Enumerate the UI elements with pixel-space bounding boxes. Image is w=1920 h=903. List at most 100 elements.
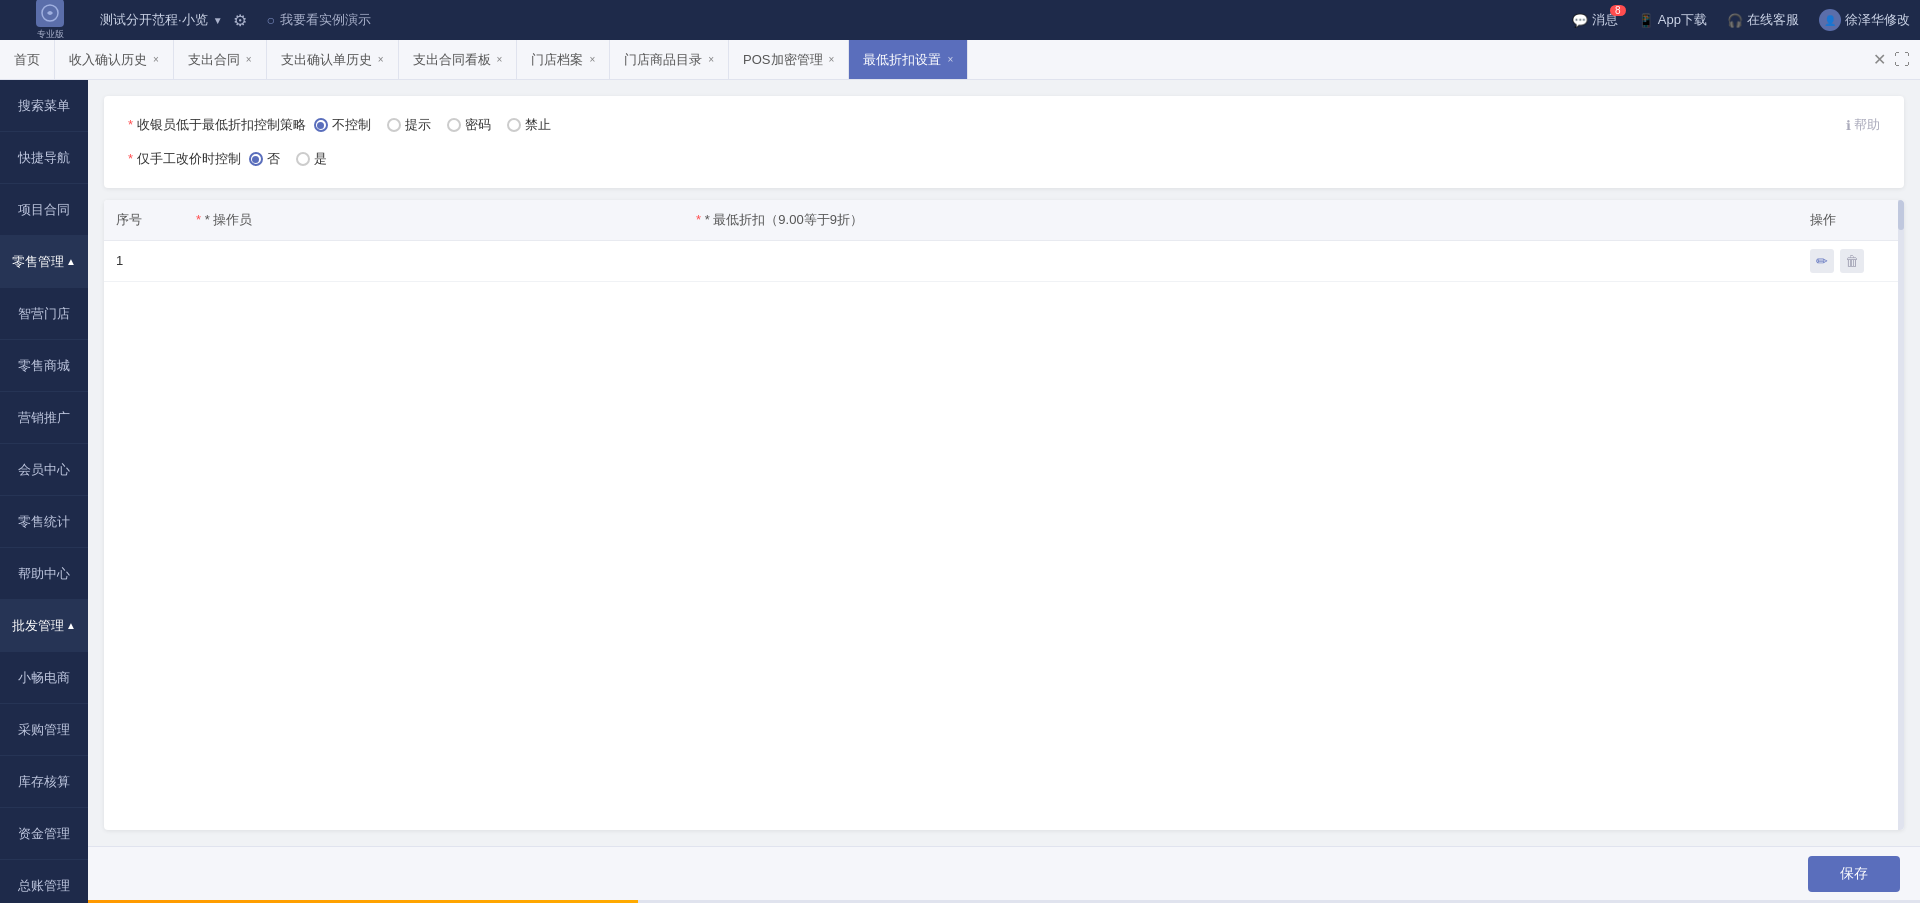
form-card: * 收银员低于最低折扣控制策略 不控制提示密码禁止 * 仅手工改价时控制 否是 xyxy=(104,96,1904,188)
avatar: 👤 xyxy=(1819,9,1841,31)
sidebar-label-11: 小畅电商 xyxy=(18,669,70,687)
sidebar-label-4: 智营门店 xyxy=(18,305,70,323)
sidebar-item-12[interactable]: 采购管理 xyxy=(0,704,88,756)
form-row-1: * 收银员低于最低折扣控制策略 不控制提示密码禁止 xyxy=(128,116,551,134)
sidebar-item-9[interactable]: 帮助中心 xyxy=(0,548,88,600)
sidebar-label-5: 零售商城 xyxy=(18,357,70,375)
project-dropdown-arrow: ▼ xyxy=(213,15,223,26)
data-table: 序号 * * 操作员 * * 最低折扣（9.00等于9折） 操作 xyxy=(104,200,1898,282)
tab-close-7[interactable]: × xyxy=(829,54,835,65)
radio-field1-2[interactable]: 密码 xyxy=(447,116,491,134)
required-star-1: * xyxy=(128,117,137,132)
tab-3[interactable]: 支出确认单历史× xyxy=(267,40,399,79)
tabs-container: 首页收入确认历史×支出合同×支出确认单历史×支出合同看板×门店档案×门店商品目录… xyxy=(0,40,968,79)
cell-seq-0: 1 xyxy=(104,240,184,281)
sidebar-label-15: 总账管理 xyxy=(18,877,70,895)
messages-button[interactable]: 💬 消息 8 xyxy=(1572,11,1618,29)
save-button[interactable]: 保存 xyxy=(1808,856,1900,892)
help-label: 帮助 xyxy=(1854,116,1880,134)
table-header-row: 序号 * * 操作员 * * 最低折扣（9.00等于9折） 操作 xyxy=(104,200,1898,240)
th-operator: * * 操作员 xyxy=(184,200,684,240)
tab-4[interactable]: 支出合同看板× xyxy=(399,40,518,79)
cell-operator-0 xyxy=(184,240,684,281)
form-fields: * 收银员低于最低折扣控制策略 不控制提示密码禁止 * 仅手工改价时控制 否是 xyxy=(128,116,551,168)
th-operator-star: * xyxy=(196,212,205,227)
project-selector[interactable]: 测试分开范程·小览 ▼ xyxy=(100,11,223,29)
tab-close-4[interactable]: × xyxy=(497,54,503,65)
tab-0[interactable]: 首页 xyxy=(0,40,55,79)
tab-close-6[interactable]: × xyxy=(708,54,714,65)
top-bar-right: 💬 消息 8 📱 App下载 🎧 在线客服 👤 徐泽华修改 xyxy=(1572,9,1910,31)
maximize-icon[interactable]: ⛶ xyxy=(1894,51,1910,69)
table-card: 序号 * * 操作员 * * 最低折扣（9.00等于9折） 操作 xyxy=(104,200,1904,830)
logo: 专业版 xyxy=(10,0,90,41)
tab-close-5[interactable]: × xyxy=(589,54,595,65)
tab-8[interactable]: 最低折扣设置× xyxy=(849,40,968,79)
sidebar-item-3[interactable]: 零售管理▲ xyxy=(0,236,88,288)
online-support-button[interactable]: 🎧 在线客服 xyxy=(1727,11,1799,29)
help-button[interactable]: ℹ 帮助 xyxy=(1846,116,1880,134)
sidebar-item-15[interactable]: 总账管理 xyxy=(0,860,88,903)
sidebar-item-0[interactable]: 搜索菜单 xyxy=(0,80,88,132)
sidebar-item-5[interactable]: 零售商城 xyxy=(0,340,88,392)
sidebar-item-14[interactable]: 资金管理 xyxy=(0,808,88,860)
demo-link[interactable]: ○ 我要看实例演示 xyxy=(267,11,371,29)
tab-5[interactable]: 门店档案× xyxy=(517,40,610,79)
radio-field2-0[interactable]: 否 xyxy=(249,150,280,168)
sidebar-label-0: 搜索菜单 xyxy=(18,97,70,115)
sidebar-arrow-3: ▲ xyxy=(66,256,76,267)
tab-label-2: 支出合同 xyxy=(188,51,240,69)
delete-button-0[interactable]: 🗑 xyxy=(1840,249,1864,273)
radio-field1-1[interactable]: 提示 xyxy=(387,116,431,134)
sidebar-label-12: 采购管理 xyxy=(18,721,70,739)
online-support-icon: 🎧 xyxy=(1727,13,1743,28)
edit-button-0[interactable]: ✏ xyxy=(1810,249,1834,273)
tab-label-1: 收入确认历史 xyxy=(69,51,147,69)
radio-input-field2-1 xyxy=(296,152,310,166)
sidebar-item-1[interactable]: 快捷导航 xyxy=(0,132,88,184)
sidebar-item-13[interactable]: 库存核算 xyxy=(0,756,88,808)
sidebar-item-2[interactable]: 项目合同 xyxy=(0,184,88,236)
tab-2[interactable]: 支出合同 × xyxy=(174,40,267,79)
help-icon: ℹ xyxy=(1846,118,1851,133)
sidebar-item-7[interactable]: 会员中心 xyxy=(0,444,88,496)
sidebar-item-8[interactable]: 零售统计 xyxy=(0,496,88,548)
sidebar-item-6[interactable]: 营销推广 xyxy=(0,392,88,444)
tab-bar-end: ✕ ⛶ xyxy=(1863,40,1920,79)
app-download-button[interactable]: 📱 App下载 xyxy=(1638,11,1707,29)
radio-field2-1[interactable]: 是 xyxy=(296,150,327,168)
sidebar-label-14: 资金管理 xyxy=(18,825,70,843)
app-download-label: App下载 xyxy=(1658,11,1707,29)
form-row-2: * 仅手工改价时控制 否是 xyxy=(128,150,551,168)
th-discount: * * 最低折扣（9.00等于9折） xyxy=(684,200,1798,240)
settings-icon[interactable]: ⚙ xyxy=(233,11,247,30)
radio-field1-3[interactable]: 禁止 xyxy=(507,116,551,134)
sidebar-item-4[interactable]: 智营门店 xyxy=(0,288,88,340)
sidebar-item-11[interactable]: 小畅电商 xyxy=(0,652,88,704)
th-action: 操作 xyxy=(1798,200,1898,240)
project-name: 测试分开范程·小览 xyxy=(100,11,208,29)
messages-badge: 8 xyxy=(1610,5,1626,16)
table-scroll-bar[interactable] xyxy=(1898,200,1904,830)
tab-close-2[interactable]: × xyxy=(246,54,252,65)
close-tab-icon[interactable]: ✕ xyxy=(1873,50,1886,69)
tab-close-1[interactable]: × xyxy=(153,54,159,65)
content-area: * 收银员低于最低折扣控制策略 不控制提示密码禁止 * 仅手工改价时控制 否是 xyxy=(88,80,1920,903)
tab-close-3[interactable]: × xyxy=(378,54,384,65)
sidebar-item-10[interactable]: 批发管理▲ xyxy=(0,600,88,652)
tab-6[interactable]: 门店商品目录 × xyxy=(610,40,729,79)
tab-close-8[interactable]: × xyxy=(947,54,953,65)
tab-label-6: 门店商品目录 xyxy=(624,51,702,69)
radio-label-field2-1: 是 xyxy=(314,150,327,168)
radio-label-field1-0: 不控制 xyxy=(332,116,371,134)
top-bar: 专业版 测试分开范程·小览 ▼ ⚙ ○ 我要看实例演示 💬 消息 8 📱 App… xyxy=(0,0,1920,40)
tab-7[interactable]: POS加密管理× xyxy=(729,40,849,79)
radio-field1-0[interactable]: 不控制 xyxy=(314,116,371,134)
tab-1[interactable]: 收入确认历史 × xyxy=(55,40,174,79)
user-profile[interactable]: 👤 徐泽华修改 xyxy=(1819,9,1910,31)
sidebar-label-8: 零售统计 xyxy=(18,513,70,531)
table-row-0: 1 ✏🗑 xyxy=(104,240,1898,281)
tab-label-0: 首页 xyxy=(14,51,40,69)
radio-label-field1-1: 提示 xyxy=(405,116,431,134)
field2-radio-group: 否是 xyxy=(249,150,327,168)
